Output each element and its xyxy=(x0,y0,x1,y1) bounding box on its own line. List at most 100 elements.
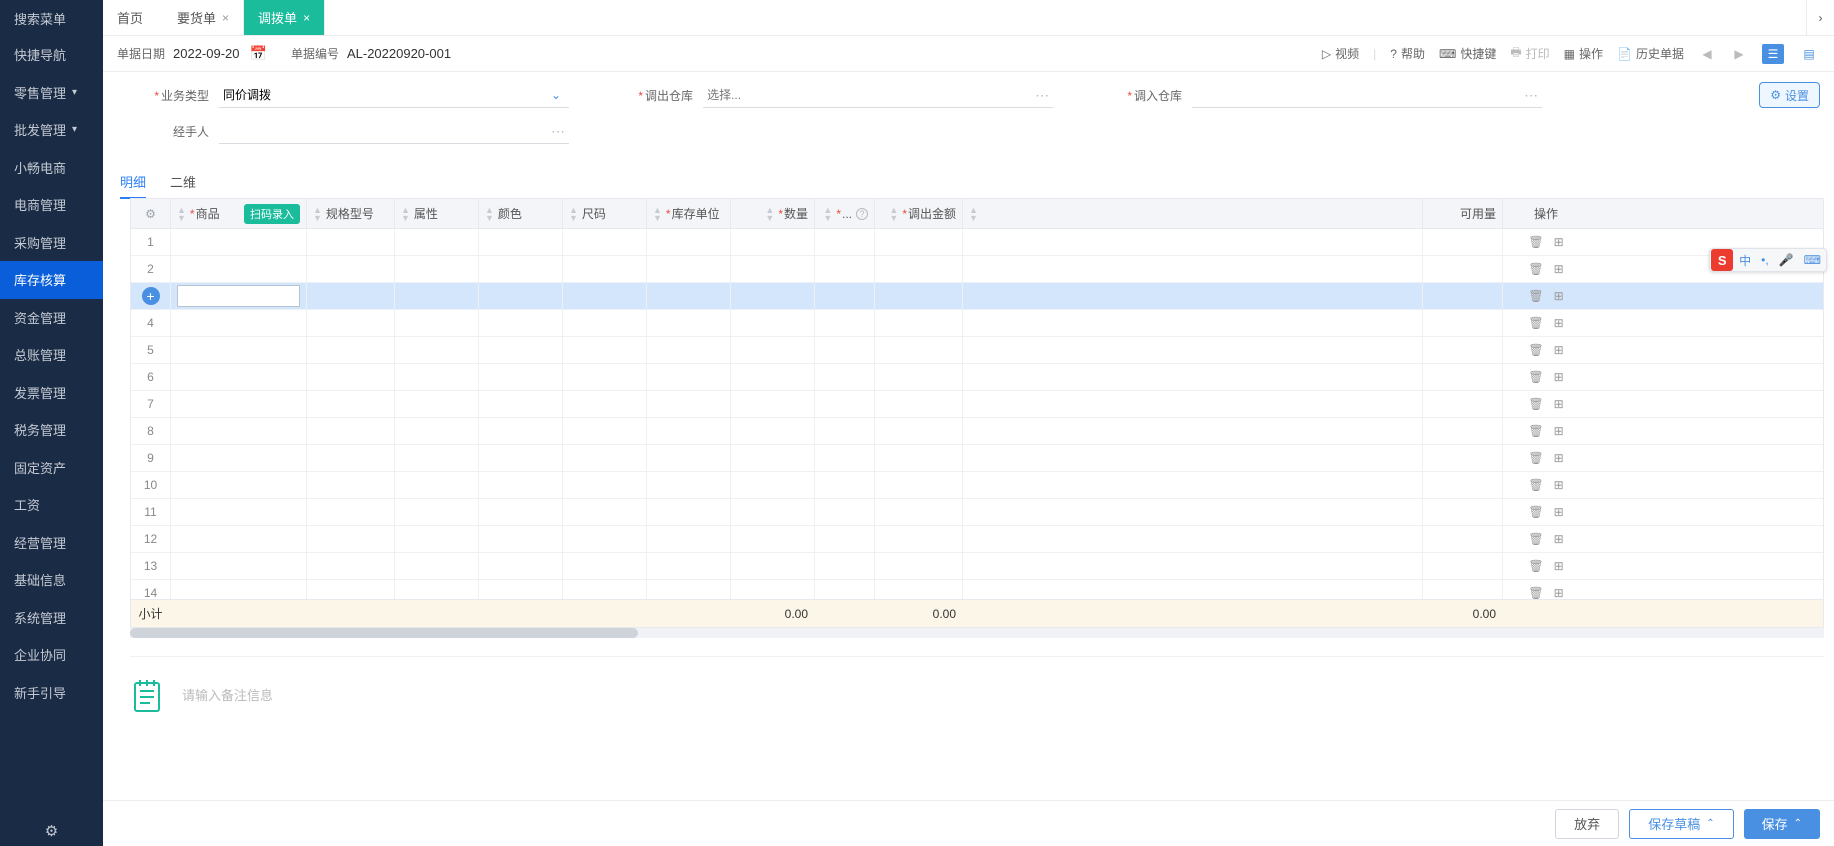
cell-available[interactable] xyxy=(1423,391,1503,417)
cell-color[interactable] xyxy=(479,229,563,255)
add-row-button[interactable]: + xyxy=(131,283,171,309)
cell-qty[interactable] xyxy=(731,391,815,417)
cell-product[interactable] xyxy=(171,499,307,525)
cell-outamt[interactable] xyxy=(875,391,963,417)
sidebar-item-asset[interactable]: 固定资产 xyxy=(0,449,103,487)
view-list-toggle[interactable]: ☰ xyxy=(1762,44,1784,64)
tool-operate[interactable]: ▦操作 xyxy=(1564,45,1603,62)
cell-product[interactable] xyxy=(171,283,307,309)
cell-unit[interactable] xyxy=(647,310,731,336)
insert-row-icon[interactable]: ⊞ xyxy=(1554,478,1564,492)
cell-qty[interactable] xyxy=(731,310,815,336)
cell-attr[interactable] xyxy=(395,499,479,525)
cell-narrow[interactable] xyxy=(815,580,875,599)
col-size[interactable]: ▲▼尺码 xyxy=(563,199,647,228)
cell-available[interactable] xyxy=(1423,418,1503,444)
tab-transfer[interactable]: 调拨单× xyxy=(244,0,325,35)
cell-spec[interactable] xyxy=(307,283,395,309)
cell-product[interactable] xyxy=(171,472,307,498)
cell-product[interactable] xyxy=(171,229,307,255)
cell-attr[interactable] xyxy=(395,256,479,282)
scan-badge[interactable]: 扫码录入 xyxy=(244,204,300,224)
cell-spec[interactable] xyxy=(307,580,395,599)
cell-qty[interactable] xyxy=(731,337,815,363)
insert-row-icon[interactable]: ⊞ xyxy=(1554,397,1564,411)
cell-outamt[interactable] xyxy=(875,472,963,498)
cell-qty[interactable] xyxy=(731,256,815,282)
cell-size[interactable] xyxy=(563,283,647,309)
cell-qty[interactable] xyxy=(731,472,815,498)
cell-product[interactable] xyxy=(171,553,307,579)
prev-doc-arrow[interactable]: ◀ xyxy=(1698,45,1716,63)
calendar-icon[interactable]: 📅 xyxy=(250,45,267,62)
tool-video[interactable]: ▷视频 xyxy=(1322,45,1359,62)
sidebar-item-xc[interactable]: 小畅电商 xyxy=(0,149,103,187)
col-qty[interactable]: ▲▼*数量 xyxy=(731,199,815,228)
tool-history[interactable]: 📄历史单据 xyxy=(1617,45,1684,62)
cell-color[interactable] xyxy=(479,472,563,498)
cell-color[interactable] xyxy=(479,364,563,390)
cell-qty[interactable] xyxy=(731,229,815,255)
cell-color[interactable] xyxy=(479,256,563,282)
col-spec[interactable]: ▲▼规格型号 xyxy=(307,199,395,228)
cell-outamt[interactable] xyxy=(875,283,963,309)
cell-product[interactable] xyxy=(171,391,307,417)
cell-size[interactable] xyxy=(563,553,647,579)
save-button[interactable]: 保存⌃ xyxy=(1744,809,1820,839)
cell-size[interactable] xyxy=(563,310,647,336)
ime-punct[interactable]: •, xyxy=(1756,253,1774,267)
cell-narrow[interactable] xyxy=(815,256,875,282)
view-card-toggle[interactable]: ▤ xyxy=(1798,44,1820,64)
tabs-scroll-right[interactable]: › xyxy=(1806,0,1834,35)
subtab-detail[interactable]: 明细 xyxy=(120,172,146,199)
table-row[interactable]: 2🗑⊞ xyxy=(131,256,1823,283)
tab-requisition[interactable]: 要货单× xyxy=(163,0,244,35)
cell-spec[interactable] xyxy=(307,553,395,579)
cell-outamt[interactable] xyxy=(875,580,963,599)
col-out-amount[interactable]: ▲▼*调出金额 xyxy=(875,199,963,228)
insert-row-icon[interactable]: ⊞ xyxy=(1554,343,1564,357)
insert-row-icon[interactable]: ⊞ xyxy=(1554,289,1564,303)
settings-button[interactable]: ⚙设置 xyxy=(1759,82,1820,108)
cell-narrow[interactable] xyxy=(815,337,875,363)
cell-outamt[interactable] xyxy=(875,418,963,444)
remark-input[interactable] xyxy=(182,688,1824,703)
subtab-2d[interactable]: 二维 xyxy=(170,172,196,199)
cell-spec[interactable] xyxy=(307,526,395,552)
table-row[interactable]: 7🗑⊞ xyxy=(131,391,1823,418)
table-row[interactable]: +🗑⊞ xyxy=(131,283,1823,310)
save-draft-button[interactable]: 保存草稿⌃ xyxy=(1629,809,1733,839)
tool-help[interactable]: ?帮助 xyxy=(1390,45,1425,62)
insert-row-icon[interactable]: ⊞ xyxy=(1554,262,1564,276)
delete-row-icon[interactable]: 🗑 xyxy=(1528,316,1543,330)
cell-attr[interactable] xyxy=(395,553,479,579)
insert-row-icon[interactable]: ⊞ xyxy=(1554,316,1564,330)
cell-available[interactable] xyxy=(1423,337,1503,363)
close-icon[interactable]: × xyxy=(222,11,229,25)
cell-unit[interactable] xyxy=(647,445,731,471)
cell-blank[interactable] xyxy=(963,229,1423,255)
cell-size[interactable] xyxy=(563,472,647,498)
delete-row-icon[interactable]: 🗑 xyxy=(1528,451,1543,465)
sidebar-item-funds[interactable]: 资金管理 xyxy=(0,299,103,337)
cell-unit[interactable] xyxy=(647,418,731,444)
cell-blank[interactable] xyxy=(963,391,1423,417)
cell-narrow[interactable] xyxy=(815,364,875,390)
insert-row-icon[interactable]: ⊞ xyxy=(1554,370,1564,384)
cell-unit[interactable] xyxy=(647,256,731,282)
cell-unit[interactable] xyxy=(647,580,731,599)
cell-qty[interactable] xyxy=(731,553,815,579)
col-unit[interactable]: ▲▼*库存单位 xyxy=(647,199,731,228)
microphone-icon[interactable]: 🎤 xyxy=(1774,253,1799,267)
cell-spec[interactable] xyxy=(307,310,395,336)
cell-narrow[interactable] xyxy=(815,526,875,552)
cell-narrow[interactable] xyxy=(815,391,875,417)
cell-size[interactable] xyxy=(563,418,647,444)
keyboard-icon[interactable]: ⌨ xyxy=(1799,253,1826,267)
cell-blank[interactable] xyxy=(963,256,1423,282)
cell-spec[interactable] xyxy=(307,229,395,255)
handler-select[interactable] xyxy=(219,118,569,144)
table-row[interactable]: 10🗑⊞ xyxy=(131,472,1823,499)
sidebar-item-inventory[interactable]: 库存核算 xyxy=(0,261,103,299)
cell-qty[interactable] xyxy=(731,499,815,525)
